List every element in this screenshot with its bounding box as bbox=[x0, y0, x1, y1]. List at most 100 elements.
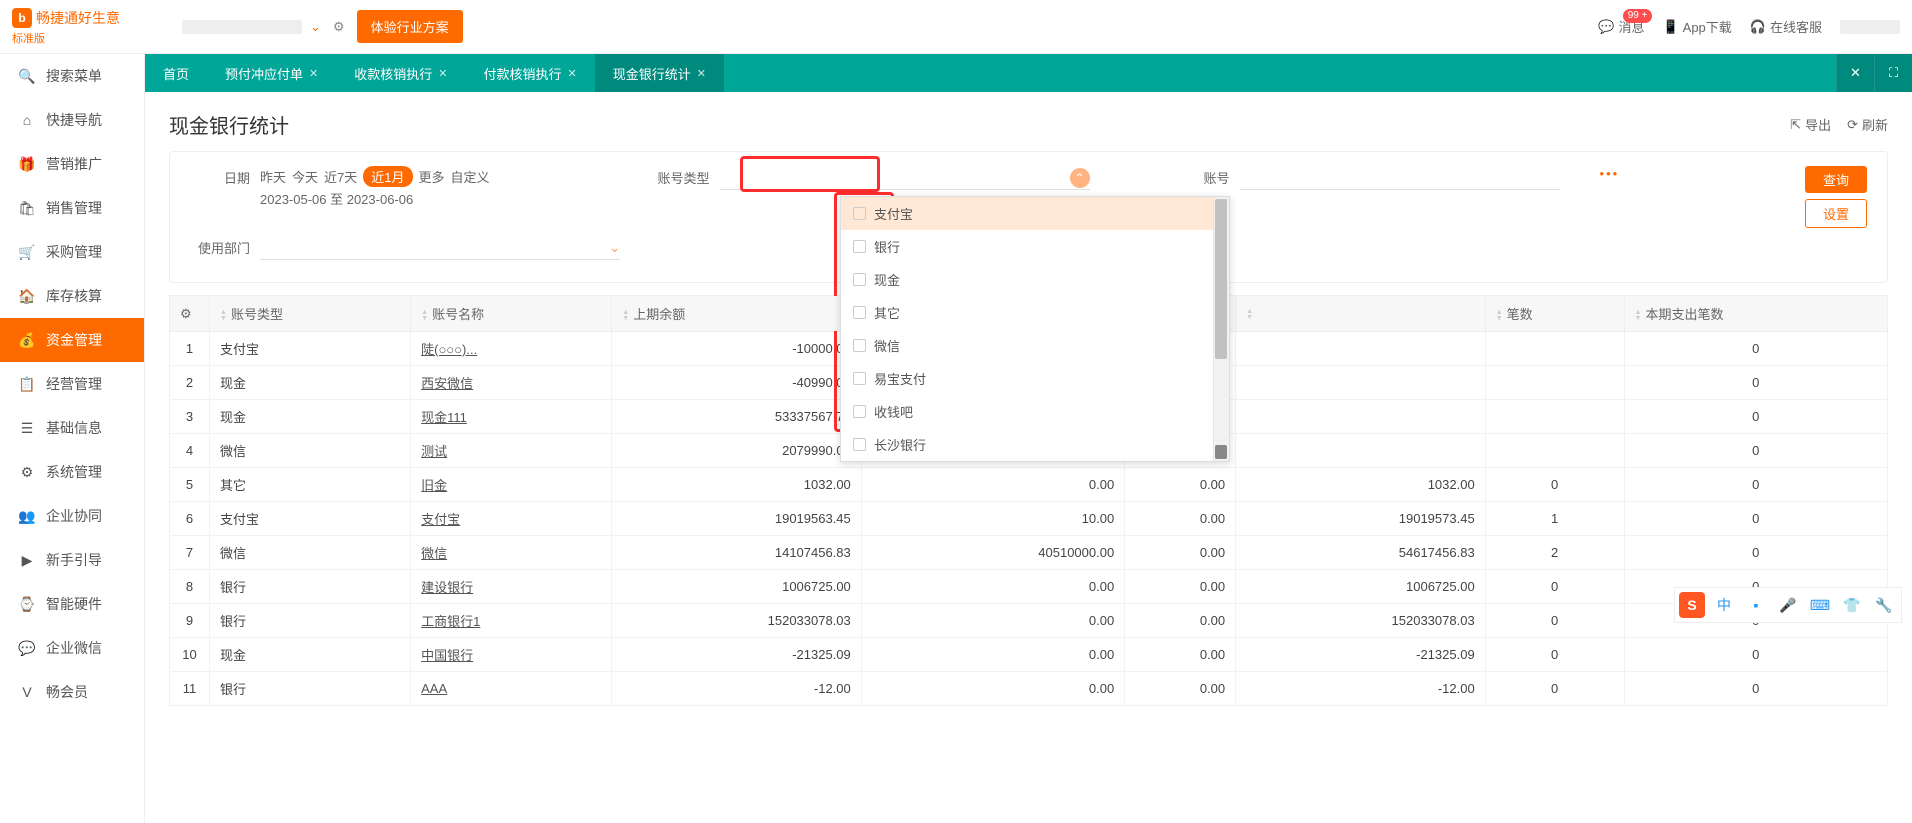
cell-prev-balance: 53337567.78 bbox=[612, 400, 862, 434]
department-input[interactable]: ⌄ bbox=[260, 236, 620, 260]
close-icon[interactable]: ✕ bbox=[438, 67, 447, 80]
cell-prev-balance: 152033078.03 bbox=[612, 604, 862, 638]
cell-income: 0.00 bbox=[861, 672, 1124, 706]
date-option-0[interactable]: 昨天 bbox=[260, 167, 286, 186]
cell-name[interactable]: 支付宝 bbox=[411, 502, 612, 536]
dropdown-option-0[interactable]: 支付宝 bbox=[841, 197, 1229, 230]
cell-name[interactable]: 微信 bbox=[411, 536, 612, 570]
badge-count: 99 + bbox=[1623, 9, 1653, 23]
ime-skin-icon[interactable]: 👕 bbox=[1839, 592, 1865, 618]
dropdown-option-2[interactable]: 现金 bbox=[841, 263, 1229, 296]
checkbox-icon bbox=[853, 306, 866, 319]
close-icon[interactable]: ✕ bbox=[568, 67, 577, 80]
sort-icon: ▲▼ bbox=[1635, 310, 1642, 322]
cell-name[interactable]: 工商银行1 bbox=[411, 604, 612, 638]
ime-logo-icon[interactable]: S bbox=[1679, 592, 1705, 618]
cell-name[interactable]: AAA bbox=[411, 672, 612, 706]
settings-button[interactable]: 设置 bbox=[1805, 199, 1867, 228]
company-selector[interactable]: ⌄ bbox=[182, 19, 321, 35]
cell-name[interactable]: 测试 bbox=[411, 434, 612, 468]
ime-lang-icon[interactable]: 中 bbox=[1711, 592, 1737, 618]
tab-0[interactable]: 首页 bbox=[145, 54, 207, 92]
collapse-icon[interactable]: ⌃ bbox=[1070, 168, 1090, 188]
cell-income: 0.00 bbox=[861, 468, 1124, 502]
sidebar-item-13[interactable]: 💬企业微信 bbox=[0, 626, 144, 670]
fullscreen-button[interactable]: ⛶ bbox=[1874, 54, 1912, 92]
cell-name[interactable]: 现金111 bbox=[411, 400, 612, 434]
sidebar-item-label: 畅会员 bbox=[46, 682, 88, 702]
dropdown-option-4[interactable]: 微信 bbox=[841, 329, 1229, 362]
scrollbar-down-icon[interactable] bbox=[1215, 445, 1227, 459]
table-header-0[interactable]: ▲▼账号类型 bbox=[210, 296, 411, 332]
table-header-1[interactable]: ▲▼账号名称 bbox=[411, 296, 612, 332]
messages-link[interactable]: 💬 消息 99 + bbox=[1598, 17, 1644, 36]
sidebar-item-5[interactable]: 🏠库存核算 bbox=[0, 274, 144, 318]
checkbox-icon bbox=[853, 438, 866, 451]
table-header-7[interactable]: ▲▼本期支出笔数 bbox=[1624, 296, 1887, 332]
sidebar-item-4[interactable]: 🛒采购管理 bbox=[0, 230, 144, 274]
close-icon[interactable]: ✕ bbox=[309, 67, 318, 80]
table-header-5[interactable]: ▲▼ bbox=[1236, 296, 1486, 332]
cta-button[interactable]: 体验行业方案 bbox=[357, 10, 463, 43]
sidebar-item-10[interactable]: 👥企业协同 bbox=[0, 494, 144, 538]
dropdown-option-6[interactable]: 收钱吧 bbox=[841, 395, 1229, 428]
date-option-4[interactable]: 更多 bbox=[419, 167, 445, 186]
dropdown-option-7[interactable]: 长沙银行 bbox=[841, 428, 1229, 461]
sidebar-item-0[interactable]: 🔍搜索菜单 bbox=[0, 54, 144, 98]
cell-name[interactable]: 西安微信 bbox=[411, 366, 612, 400]
sidebar-item-1[interactable]: ⌂快捷导航 bbox=[0, 98, 144, 142]
date-option-3[interactable]: 近1月 bbox=[363, 166, 412, 187]
table-header-6[interactable]: ▲▼笔数 bbox=[1485, 296, 1624, 332]
dropdown-option-label: 支付宝 bbox=[874, 204, 913, 223]
ime-punct-icon[interactable]: ▪ bbox=[1743, 592, 1769, 618]
dropdown-option-5[interactable]: 易宝支付 bbox=[841, 362, 1229, 395]
dropdown-option-1[interactable]: 银行 bbox=[841, 230, 1229, 263]
sidebar-item-2[interactable]: 🎁营销推广 bbox=[0, 142, 144, 186]
dropdown-option-3[interactable]: 其它 bbox=[841, 296, 1229, 329]
sidebar-item-8[interactable]: ☰基础信息 bbox=[0, 406, 144, 450]
export-button[interactable]: ⇱导出 bbox=[1790, 115, 1831, 134]
gear-icon[interactable]: ⚙ bbox=[333, 19, 345, 35]
sidebar-item-3[interactable]: 🛍销售管理 bbox=[0, 186, 144, 230]
cell-type: 现金 bbox=[210, 366, 411, 400]
cell-c4: 1032.00 bbox=[1236, 468, 1486, 502]
date-option-1[interactable]: 今天 bbox=[292, 167, 318, 186]
tab-3[interactable]: 付款核销执行✕ bbox=[465, 54, 594, 92]
cell-income: 0.00 bbox=[861, 604, 1124, 638]
table-settings-header[interactable]: ⚙ bbox=[170, 296, 210, 332]
account-input[interactable] bbox=[1240, 166, 1560, 190]
scrollbar-thumb[interactable] bbox=[1215, 199, 1227, 359]
sidebar-item-9[interactable]: ⚙系统管理 bbox=[0, 450, 144, 494]
sidebar-item-6[interactable]: 💰资金管理 bbox=[0, 318, 144, 362]
cell-name[interactable]: 建设银行 bbox=[411, 570, 612, 604]
support-link[interactable]: 🎧 在线客服 bbox=[1750, 17, 1822, 36]
date-option-5[interactable]: 自定义 bbox=[451, 167, 490, 186]
ime-mic-icon[interactable]: 🎤 bbox=[1775, 592, 1801, 618]
cell-name[interactable]: 旧金 bbox=[411, 468, 612, 502]
cell-name[interactable]: 陡(○○○)... bbox=[411, 332, 612, 366]
sidebar-item-12[interactable]: ⌚智能硬件 bbox=[0, 582, 144, 626]
more-filters-icon[interactable]: ••• bbox=[1600, 166, 1620, 181]
sidebar-icon: ▶ bbox=[18, 551, 36, 569]
tab-2[interactable]: 收款核销执行✕ bbox=[336, 54, 465, 92]
dropdown-scrollbar[interactable] bbox=[1213, 197, 1229, 461]
table-header-2[interactable]: ▲▼上期余额 bbox=[612, 296, 862, 332]
query-button[interactable]: 查询 bbox=[1805, 166, 1867, 193]
sidebar-item-11[interactable]: ▶新手引导 bbox=[0, 538, 144, 582]
sidebar-item-7[interactable]: 📋经营管理 bbox=[0, 362, 144, 406]
top-header: b 畅捷通好生意 标准版 ⌄ ⚙ 体验行业方案 💬 消息 99 + 📱 App下… bbox=[0, 0, 1912, 54]
date-option-2[interactable]: 近7天 bbox=[324, 167, 357, 186]
cell-name[interactable]: 中国银行 bbox=[411, 638, 612, 672]
tab-4[interactable]: 现金银行统计✕ bbox=[595, 54, 724, 92]
close-all-tabs-button[interactable]: ✕ bbox=[1836, 54, 1874, 92]
user-menu[interactable] bbox=[1840, 20, 1900, 34]
account-type-input[interactable]: ⌃ bbox=[720, 166, 1090, 190]
ime-keyboard-icon[interactable]: ⌨ bbox=[1807, 592, 1833, 618]
sidebar-icon: 💬 bbox=[18, 639, 36, 657]
app-download-link[interactable]: 📱 App下载 bbox=[1662, 17, 1731, 36]
close-icon[interactable]: ✕ bbox=[697, 67, 706, 80]
refresh-button[interactable]: ⟳刷新 bbox=[1847, 115, 1888, 134]
ime-tool-icon[interactable]: 🔧 bbox=[1871, 592, 1897, 618]
sidebar-item-14[interactable]: V畅会员 bbox=[0, 670, 144, 714]
tab-1[interactable]: 预付冲应付单✕ bbox=[207, 54, 336, 92]
